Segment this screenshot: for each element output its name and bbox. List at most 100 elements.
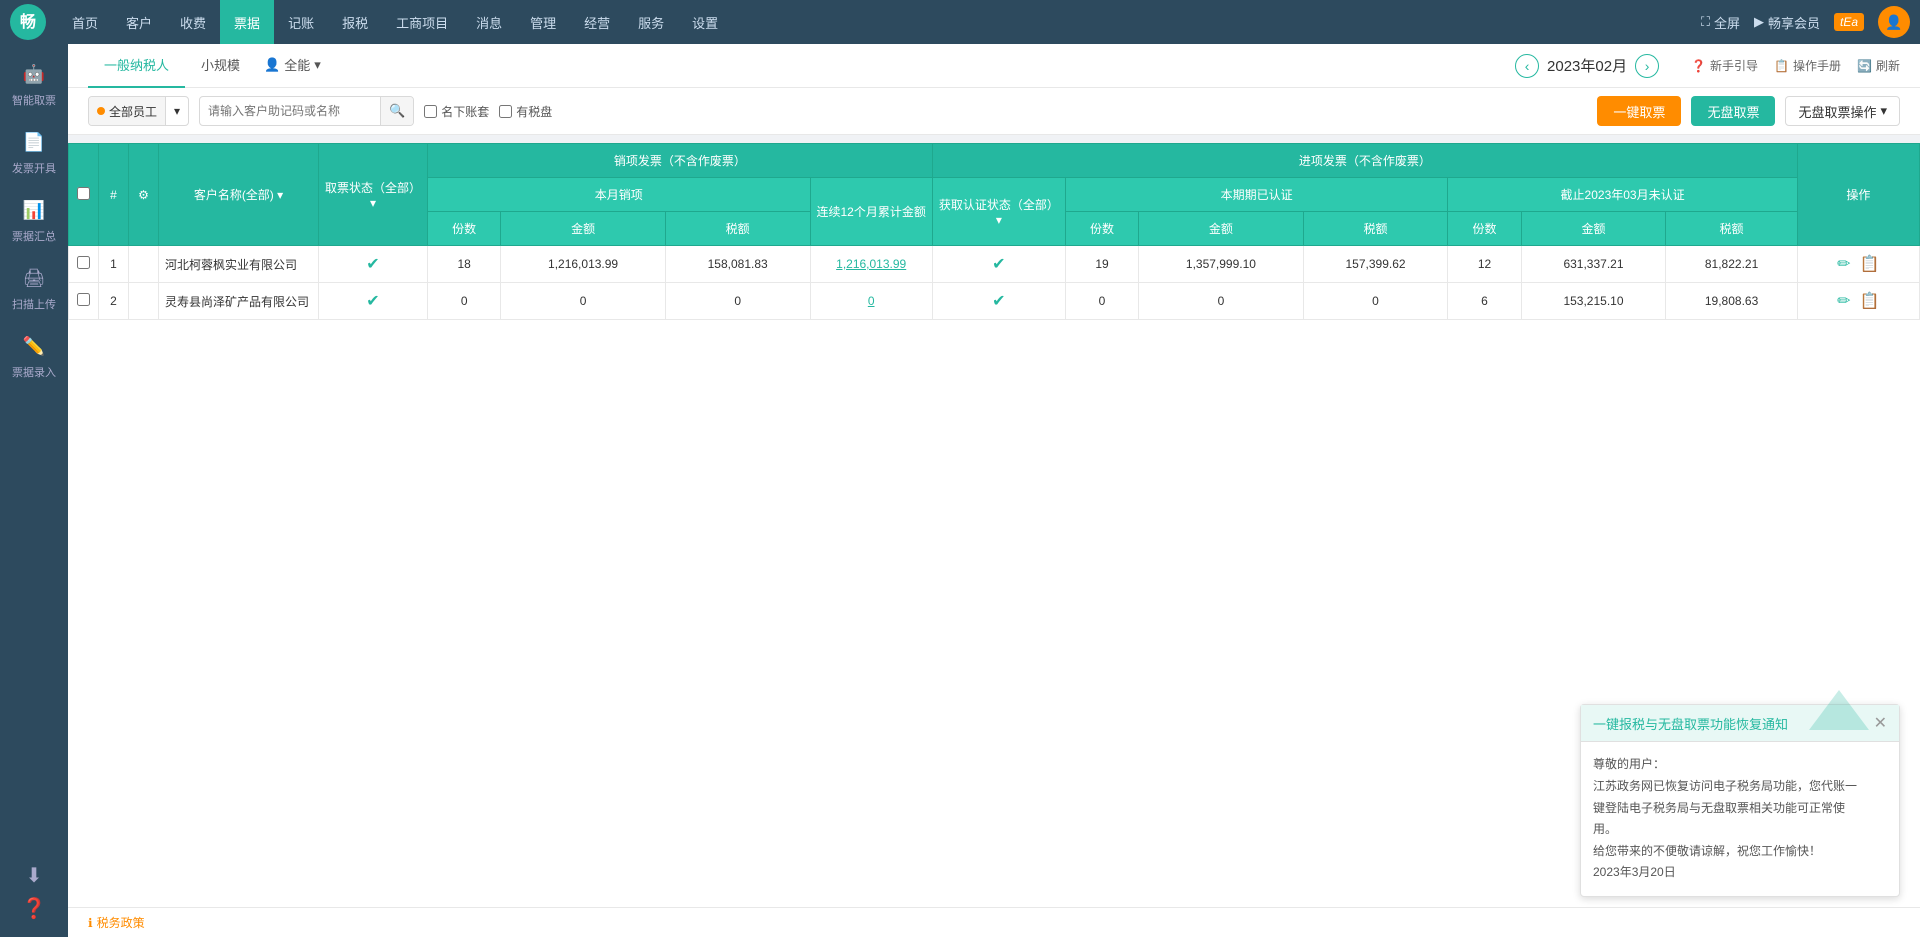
user-avatar[interactable]: 👤 [1878, 6, 1910, 38]
tab-general-taxpayer[interactable]: 一般纳税人 [88, 44, 185, 88]
notif-line-5: 给您带来的不便敬请谅解，祝您工作愉快！ [1593, 841, 1887, 863]
nav-item-tax[interactable]: 报税 [328, 0, 382, 44]
checkbox-under-account[interactable]: 名下账套 [424, 103, 489, 120]
row2-cert-status: ✔ [932, 283, 1065, 320]
notif-line-1: 尊敬的用户： [1593, 754, 1887, 776]
page-footer: ℹ 税务政策 [68, 907, 1920, 937]
row1-checkbox[interactable] [69, 246, 99, 283]
row1-p-count2: 12 [1448, 246, 1521, 283]
sidebar-help-icon[interactable]: ❓ [22, 896, 47, 921]
checkbox-tax-disk[interactable]: 有税盘 [499, 103, 552, 120]
tea-badge: tEa [1834, 13, 1864, 31]
row2-checkbox[interactable] [69, 283, 99, 320]
new-guide-btn[interactable]: ❓ 新手引导 [1691, 57, 1758, 74]
sidebar-item-data-entry[interactable]: ✏️ 票据录入 [4, 324, 64, 388]
row2-edit-icon[interactable]: ✏ [1837, 293, 1850, 310]
table-row: 1 河北柯蓉枫实业有限公司 ✔ 18 1,216,013.99 158,081.… [69, 246, 1920, 283]
row1-actions: ✏ 📋 [1797, 246, 1919, 283]
notif-line-2: 江苏政务网已恢复访问电子税务局功能，您代账一 [1593, 776, 1887, 798]
row1-cert-status: ✔ [932, 246, 1065, 283]
fullscreen-btn[interactable]: ⛶ 全屏 [1701, 13, 1740, 32]
table-header-group: # ⚙ 客户名称(全部) ▾ 取票状态（全部） ▾ 销项发票（不含作废票） 进项… [69, 144, 1920, 178]
row1-p-amount1: 1,357,999.10 [1139, 246, 1304, 283]
refresh-icon: 🔄 [1857, 59, 1872, 73]
nav-item-client[interactable]: 客户 [112, 0, 166, 44]
tab-small-scale[interactable]: 小规模 [185, 44, 256, 88]
table-row: 2 灵寿县尚泽矿产品有限公司 ✔ 0 0 0 0 ✔ 0 0 0 6 153,2… [69, 283, 1920, 320]
period-text: 2023年02月 [1547, 55, 1627, 76]
th-sales-tax: 税额 [665, 212, 810, 246]
period-prev-btn[interactable]: ‹ [1515, 54, 1539, 78]
row2-no: 2 [99, 283, 129, 320]
period-navigation: ‹ 2023年02月 › [1515, 54, 1659, 78]
chevron-down-icon: ▾ [314, 57, 321, 73]
employee-selector[interactable]: 全部员工 ▾ [88, 96, 189, 126]
manual-btn[interactable]: 📋 操作手册 [1774, 57, 1841, 74]
row2-customer: 灵寿县尚泽矿产品有限公司 [159, 283, 319, 320]
sidebar-item-smart-fetch[interactable]: 🤖 智能取票 [4, 52, 64, 116]
tabs-right-tools: ❓ 新手引导 📋 操作手册 🔄 刷新 [1691, 57, 1900, 74]
row1-p-amount2: 631,337.21 [1521, 246, 1666, 283]
cert-filter-icon[interactable]: ▾ [996, 213, 1002, 227]
play-icon: ▶ [1754, 14, 1764, 30]
customer-filter-icon[interactable]: ▾ [277, 188, 283, 202]
search-box: 🔍 [199, 96, 414, 126]
nav-item-invoice[interactable]: 票据 [220, 0, 274, 44]
nav-right-tools: ⛶ 全屏 ▶ 畅享会员 tEa 👤 [1701, 6, 1910, 38]
nav-item-home[interactable]: 首页 [58, 0, 112, 44]
sidebar-item-scan-upload[interactable]: 🖨 扫描上传 [4, 256, 64, 320]
nav-item-service[interactable]: 服务 [624, 0, 678, 44]
member-btn[interactable]: ▶ 畅享会员 [1754, 13, 1820, 32]
svg-text:畅: 畅 [20, 12, 36, 31]
th-cumulative: 连续12个月累计金额 [810, 178, 932, 246]
row2-p-amount1: 0 [1139, 283, 1304, 320]
app-logo[interactable]: 畅 [10, 4, 46, 40]
nav-item-settings[interactable]: 设置 [678, 0, 732, 44]
row2-copy-icon[interactable]: 📋 [1860, 293, 1880, 310]
one-click-fetch-btn[interactable]: 一键取票 [1597, 96, 1681, 126]
nav-item-bookkeeping[interactable]: 记账 [274, 0, 328, 44]
search-input[interactable] [200, 104, 380, 118]
tab-all-capable[interactable]: 👤 全能 ▾ [256, 44, 329, 88]
row1-p-tax1: 157,399.62 [1303, 246, 1448, 283]
row2-p-amount2: 153,215.10 [1521, 283, 1666, 320]
sidebar-item-summary[interactable]: 📊 票据汇总 [4, 188, 64, 252]
row1-cumulative-link[interactable]: 1,216,013.99 [836, 257, 906, 271]
nav-item-message[interactable]: 消息 [462, 0, 516, 44]
notification-panel: 一键报税与无盘取票功能恢复通知 ✕ 尊敬的用户： 江苏政务网已恢复访问电子税务局… [1580, 704, 1900, 897]
status-filter-icon[interactable]: ▾ [370, 196, 376, 210]
th-p-amount1: 金额 [1139, 212, 1304, 246]
row2-cumulative[interactable]: 0 [810, 283, 932, 320]
tax-disk-checkbox[interactable] [499, 105, 512, 118]
nav-item-management[interactable]: 管理 [516, 0, 570, 44]
select-all-checkbox[interactable] [77, 187, 90, 200]
under-account-checkbox[interactable] [424, 105, 437, 118]
nav-item-business[interactable]: 工商项目 [382, 0, 462, 44]
th-purchase-group: 进项发票（不含作废票） [932, 144, 1797, 178]
row1-no: 1 [99, 246, 129, 283]
period-next-btn[interactable]: › [1635, 54, 1659, 78]
tax-policy-link[interactable]: 税务政策 [97, 914, 145, 931]
row2-cumulative-link[interactable]: 0 [868, 294, 875, 308]
row1-cumulative[interactable]: 1,216,013.99 [810, 246, 932, 283]
sidebar-item-issue-invoice[interactable]: 📄 发票开具 [4, 120, 64, 184]
employee-dropdown-btn[interactable]: ▾ [166, 104, 188, 118]
refresh-btn[interactable]: 🔄 刷新 [1857, 57, 1900, 74]
main-nav: 首页 客户 收费 票据 记账 报税 工商项目 消息 管理 经营 服务 设置 [58, 0, 1701, 44]
row1-copy-icon[interactable]: 📋 [1860, 256, 1880, 273]
diskless-fetch-btn[interactable]: 无盘取票 [1691, 96, 1775, 126]
sidebar-bottom: ⬇ ❓ [22, 863, 47, 937]
notification-close-btn[interactable]: ✕ [1874, 713, 1887, 733]
manual-icon: 📋 [1774, 59, 1789, 73]
row2-status-icon: ✔ [366, 293, 379, 310]
nav-item-operation[interactable]: 经营 [570, 0, 624, 44]
top-navigation: 畅 首页 客户 收费 票据 记账 报税 工商项目 消息 管理 经营 服务 设置 … [0, 0, 1920, 44]
orange-dot [97, 107, 105, 115]
sidebar-download-icon[interactable]: ⬇ [26, 863, 43, 888]
nav-item-fees[interactable]: 收费 [166, 0, 220, 44]
notification-decoration [1809, 690, 1869, 733]
table-body: 1 河北柯蓉枫实业有限公司 ✔ 18 1,216,013.99 158,081.… [69, 246, 1920, 320]
diskless-operation-btn[interactable]: 无盘取票操作 ▾ [1785, 96, 1900, 126]
search-button[interactable]: 🔍 [380, 97, 413, 125]
row1-edit-icon[interactable]: ✏ [1837, 256, 1850, 273]
